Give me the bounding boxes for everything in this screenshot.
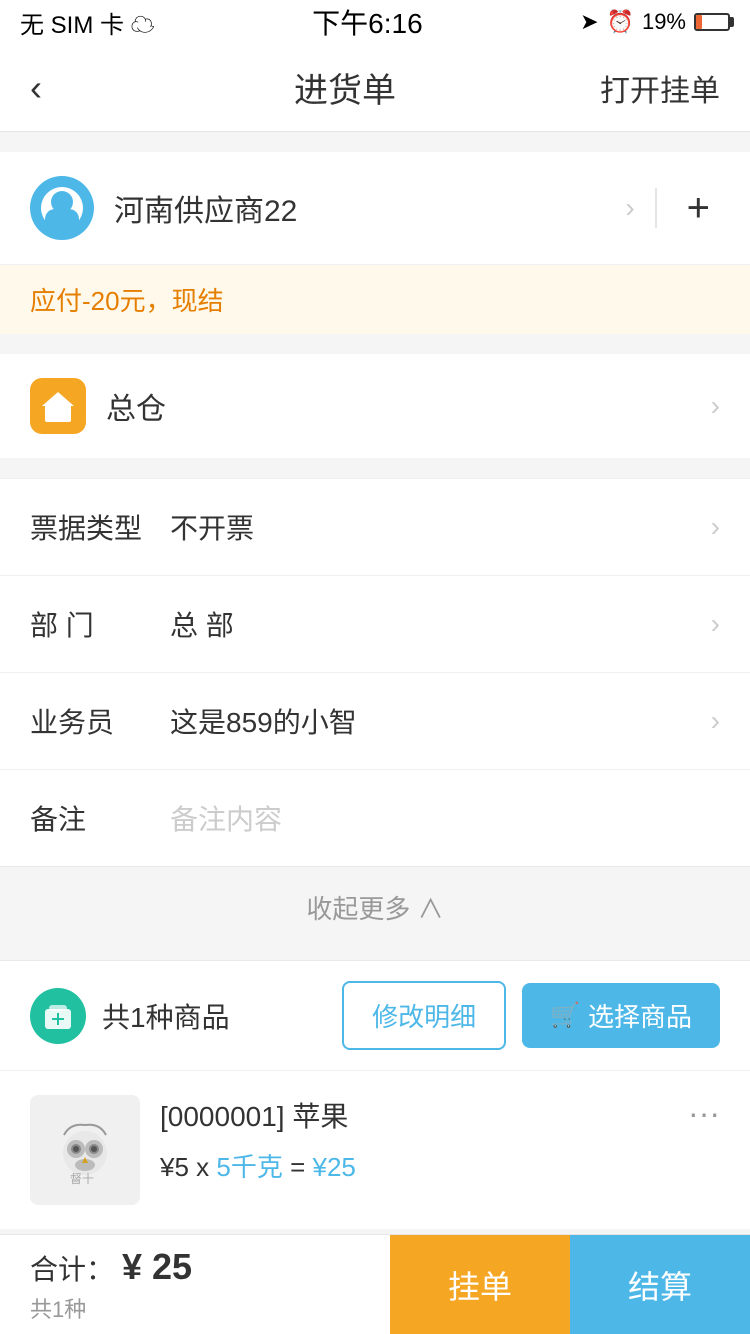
add-supplier-button[interactable]: + — [677, 186, 720, 231]
owl-svg-icon: 督十 — [50, 1115, 120, 1185]
warehouse-chevron-icon: › — [711, 390, 720, 422]
supplier-row[interactable]: 河南供应商22 › + — [0, 152, 750, 265]
remark-row[interactable]: 备注 备注内容 — [0, 769, 750, 866]
remark-placeholder[interactable]: 备注内容 — [170, 798, 720, 838]
warehouse-icon — [30, 378, 86, 434]
salesman-label: 业务员 — [30, 701, 170, 741]
total-section: 合计： ¥ 25 共1种 — [0, 1235, 390, 1334]
location-icon: ➤ — [580, 9, 598, 35]
pending-button[interactable]: 挂单 — [390, 1235, 570, 1334]
status-time: 下午6:16 — [312, 2, 423, 42]
cart-icon: 🛒 — [550, 1001, 580, 1030]
product-name: [0000001] 苹果 — [160, 1095, 672, 1135]
equals-sign: = — [290, 1152, 312, 1182]
total-main: 合计： ¥ 25 — [30, 1246, 360, 1288]
form-section: 票据类型 不开票 › 部 门 总 部 › 业务员 这是859的小智 › 备注 备… — [0, 478, 750, 866]
house-body — [45, 406, 71, 422]
edit-detail-button[interactable]: 修改明细 — [342, 981, 506, 1050]
product-info: [0000001] 苹果 ¥5 x 5千克 = ¥25 — [160, 1095, 672, 1184]
warehouse-row[interactable]: 总仓 › — [0, 354, 750, 458]
supplier-name: 河南供应商22 — [114, 186, 625, 230]
product-count: 共1种商品 — [102, 996, 342, 1036]
supplier-divider — [655, 188, 657, 228]
supplier-avatar — [30, 176, 94, 240]
bottom-bar: 合计： ¥ 25 共1种 挂单 结算 — [0, 1234, 750, 1334]
select-product-button[interactable]: 🛒 选择商品 — [522, 983, 720, 1048]
product-price: ¥5 x 5千克 = ¥25 — [160, 1147, 672, 1184]
total-label: 合计： — [30, 1248, 114, 1288]
svg-text:督十: 督十 — [70, 1171, 94, 1185]
warehouse-name: 总仓 — [106, 384, 711, 428]
department-label: 部 门 — [30, 604, 170, 644]
product-thumbnail: 督十 — [30, 1095, 140, 1205]
supplier-section: 河南供应商22 › + 应付-20元，现结 — [0, 152, 750, 334]
alarm-icon: ⏰ — [607, 9, 634, 35]
invoice-chevron-icon: › — [711, 511, 720, 543]
collapse-bar[interactable]: 收起更多 ∧ — [0, 866, 750, 948]
status-bar: 无 SIM 卡 ☁ 下午6:16 ➤ ⏰ 19% — [0, 0, 750, 44]
product-icon — [30, 988, 86, 1044]
unit-price: ¥5 x — [160, 1152, 216, 1182]
product-header: 共1种商品 修改明细 🛒 选择商品 — [0, 960, 750, 1070]
supplier-chevron-icon: › — [625, 192, 634, 224]
status-left: 无 SIM 卡 ☁ — [20, 5, 155, 40]
department-row[interactable]: 部 门 总 部 › — [0, 575, 750, 672]
department-chevron-icon: › — [711, 608, 720, 640]
invoice-type-value: 不开票 — [170, 507, 711, 547]
salesman-row[interactable]: 业务员 这是859的小智 › — [0, 672, 750, 769]
invoice-type-row[interactable]: 票据类型 不开票 › — [0, 478, 750, 575]
open-pending-button[interactable]: 打开挂单 — [600, 66, 720, 110]
warning-banner: 应付-20元，现结 — [0, 265, 750, 334]
more-button[interactable]: ··· — [672, 1095, 720, 1132]
select-product-label: 选择商品 — [588, 997, 692, 1034]
battery-icon — [694, 13, 730, 31]
back-button[interactable]: ‹ — [30, 67, 90, 109]
avatar-inner — [41, 187, 83, 229]
checkout-button[interactable]: 结算 — [570, 1235, 750, 1334]
house-roof — [42, 392, 74, 406]
battery-label: 19% — [642, 9, 686, 35]
salesman-chevron-icon: › — [711, 705, 720, 737]
invoice-type-label: 票据类型 — [30, 507, 170, 547]
house-shape — [42, 392, 74, 420]
quantity: 5千克 — [216, 1152, 282, 1182]
department-value: 总 部 — [170, 604, 711, 644]
warehouse-section: 总仓 › — [0, 354, 750, 458]
page-title: 进货单 — [294, 63, 396, 112]
nav-bar: ‹ 进货单 打开挂单 — [0, 44, 750, 132]
status-right: ➤ ⏰ 19% — [580, 9, 730, 35]
total-sub: 共1种 — [30, 1292, 360, 1324]
salesman-value: 这是859的小智 — [170, 701, 711, 741]
total-amount: ¥ 25 — [122, 1246, 192, 1288]
sim-label: 无 SIM 卡 ☁ — [20, 5, 155, 40]
product-item: 督十 [0000001] 苹果 ¥5 x 5千克 = ¥25 ··· — [0, 1070, 750, 1229]
total-price: ¥25 — [313, 1152, 356, 1182]
collapse-label: 收起更多 ∧ — [306, 894, 443, 924]
remark-label: 备注 — [30, 798, 170, 838]
product-section: 共1种商品 修改明细 🛒 选择商品 督十 [0 — [0, 960, 750, 1229]
